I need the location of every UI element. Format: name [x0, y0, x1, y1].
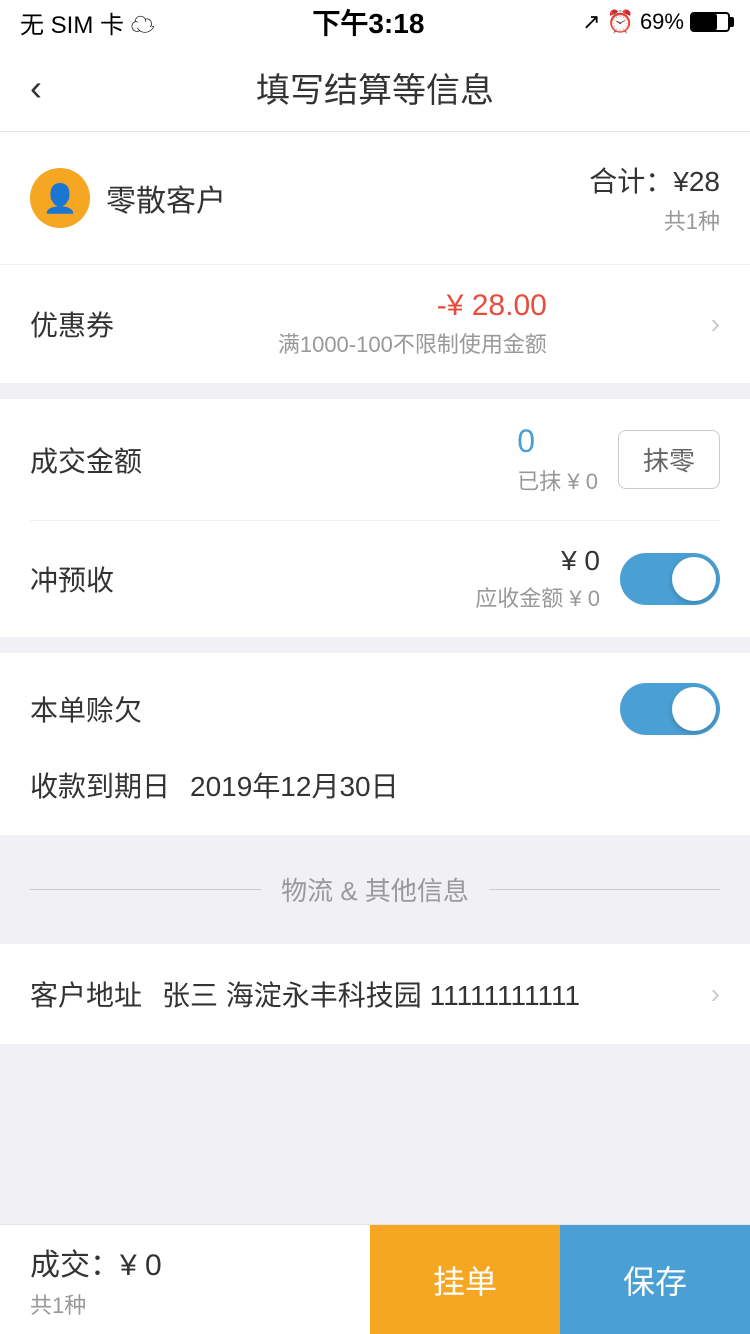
- battery-icon: [690, 12, 730, 32]
- alarm-icon: ⏰: [607, 9, 634, 35]
- prereceive-amount-col: ¥ 0 应收金额 ¥ 0: [475, 545, 600, 613]
- status-bar: 无 SIM 卡 ☁ 下午3:18 ↗ ⏰ 69%: [0, 0, 750, 44]
- nav-bar: ‹ 填写结算等信息: [0, 44, 750, 132]
- divider-line-right: [489, 889, 720, 890]
- duedate-row[interactable]: 收款到期日 2019年12月30日: [0, 765, 750, 835]
- deal-section: 成交金额 0 已抹 ¥ 0 抹零 冲预收 ¥ 0 应收金额 ¥ 0: [0, 399, 750, 637]
- round-zero-button[interactable]: 抹零: [618, 430, 720, 489]
- customer-info: 👤 零散客户: [30, 168, 226, 228]
- credit-label: 本单赊欠: [30, 689, 142, 729]
- total-count: 共1种: [589, 204, 720, 236]
- location-icon: ↗: [582, 9, 600, 35]
- credit-section: 本单赊欠 收款到期日 2019年12月30日: [0, 653, 750, 835]
- coupon-label: 优惠券: [30, 304, 114, 344]
- bottom-deal-row: 成交：¥ 0: [30, 1240, 340, 1284]
- deal-amount-value: 0: [517, 423, 598, 460]
- hold-order-button[interactable]: 挂单: [370, 1225, 560, 1334]
- customer-name: 零散客户: [106, 176, 226, 220]
- bottom-deal-label: 成交：: [30, 1249, 120, 1282]
- prereceive-amount: ¥ 0: [475, 545, 600, 577]
- divider-line-left: [30, 889, 261, 890]
- status-right: ↗ ⏰ 69%: [582, 9, 730, 35]
- status-time: 下午3:18: [312, 2, 424, 42]
- address-chevron: ›: [711, 978, 720, 1010]
- bottom-bar: 成交：¥ 0 共1种 挂单 保存: [0, 1224, 750, 1334]
- bottom-deal-value: ¥ 0: [120, 1249, 162, 1282]
- address-value: 张三 海淀永丰科技园 11111111111: [162, 974, 711, 1014]
- battery-label: 69%: [640, 9, 684, 35]
- back-button[interactable]: ‹: [30, 67, 42, 109]
- duedate-label: 收款到期日: [30, 765, 170, 805]
- prereceive-right: ¥ 0 应收金额 ¥ 0: [475, 545, 720, 613]
- bottom-info: 成交：¥ 0 共1种: [0, 1240, 370, 1320]
- address-row[interactable]: 客户地址 张三 海淀永丰科技园 11111111111 ›: [0, 944, 750, 1044]
- status-left: 无 SIM 卡 ☁: [20, 5, 155, 40]
- prereceive-label: 冲预收: [30, 559, 114, 599]
- prereceive-toggle[interactable]: [620, 553, 720, 605]
- customer-avatar: 👤: [30, 168, 90, 228]
- page-title: 填写结算等信息: [256, 63, 494, 112]
- logistics-divider: 物流 & 其他信息: [0, 851, 750, 928]
- deal-amount-right: 0 已抹 ¥ 0 抹零: [517, 423, 720, 496]
- credit-row: 本单赊欠: [0, 653, 750, 765]
- sim-wifi-label: 无 SIM 卡 ☁: [20, 5, 155, 40]
- avatar-icon: 👤: [43, 182, 78, 215]
- deal-amount-row: 成交金额 0 已抹 ¥ 0 抹零: [0, 399, 750, 520]
- bottom-count: 共1种: [30, 1288, 340, 1320]
- coupon-chevron-icon: ›: [711, 308, 720, 340]
- coupon-right: -¥ 28.00 满1000-100不限制使用金额: [278, 289, 547, 359]
- coupon-discount: -¥ 28.00: [278, 289, 547, 323]
- customer-section: 👤 零散客户 合计：¥28 共1种 优惠券 -¥ 28.00 满1000-100…: [0, 132, 750, 383]
- deal-amount-label: 成交金额: [30, 440, 142, 480]
- logistics-label: 物流 & 其他信息: [281, 871, 469, 908]
- coupon-desc: 满1000-100不限制使用金额: [278, 327, 547, 359]
- prereceive-sub: 应收金额 ¥ 0: [475, 581, 600, 613]
- toggle-knob: [672, 557, 716, 601]
- prereceive-row: 冲预收 ¥ 0 应收金额 ¥ 0: [0, 521, 750, 637]
- address-chevron-icon: ›: [711, 978, 720, 1010]
- credit-toggle[interactable]: [620, 683, 720, 735]
- save-button[interactable]: 保存: [560, 1225, 750, 1334]
- address-section: 客户地址 张三 海淀永丰科技园 11111111111 ›: [0, 944, 750, 1044]
- credit-toggle-knob: [672, 687, 716, 731]
- customer-total: 合计：¥28 共1种: [589, 160, 720, 236]
- coupon-row[interactable]: 优惠券 -¥ 28.00 满1000-100不限制使用金额 ›: [0, 264, 750, 383]
- customer-row: 👤 零散客户 合计：¥28 共1种: [0, 132, 750, 264]
- main-content: 👤 零散客户 合计：¥28 共1种 优惠券 -¥ 28.00 满1000-100…: [0, 132, 750, 1164]
- duedate-value: 2019年12月30日: [190, 765, 399, 805]
- total-amount: 合计：¥28: [589, 160, 720, 200]
- deal-amount-sub: 已抹 ¥ 0: [517, 464, 598, 496]
- address-label: 客户地址: [30, 974, 142, 1014]
